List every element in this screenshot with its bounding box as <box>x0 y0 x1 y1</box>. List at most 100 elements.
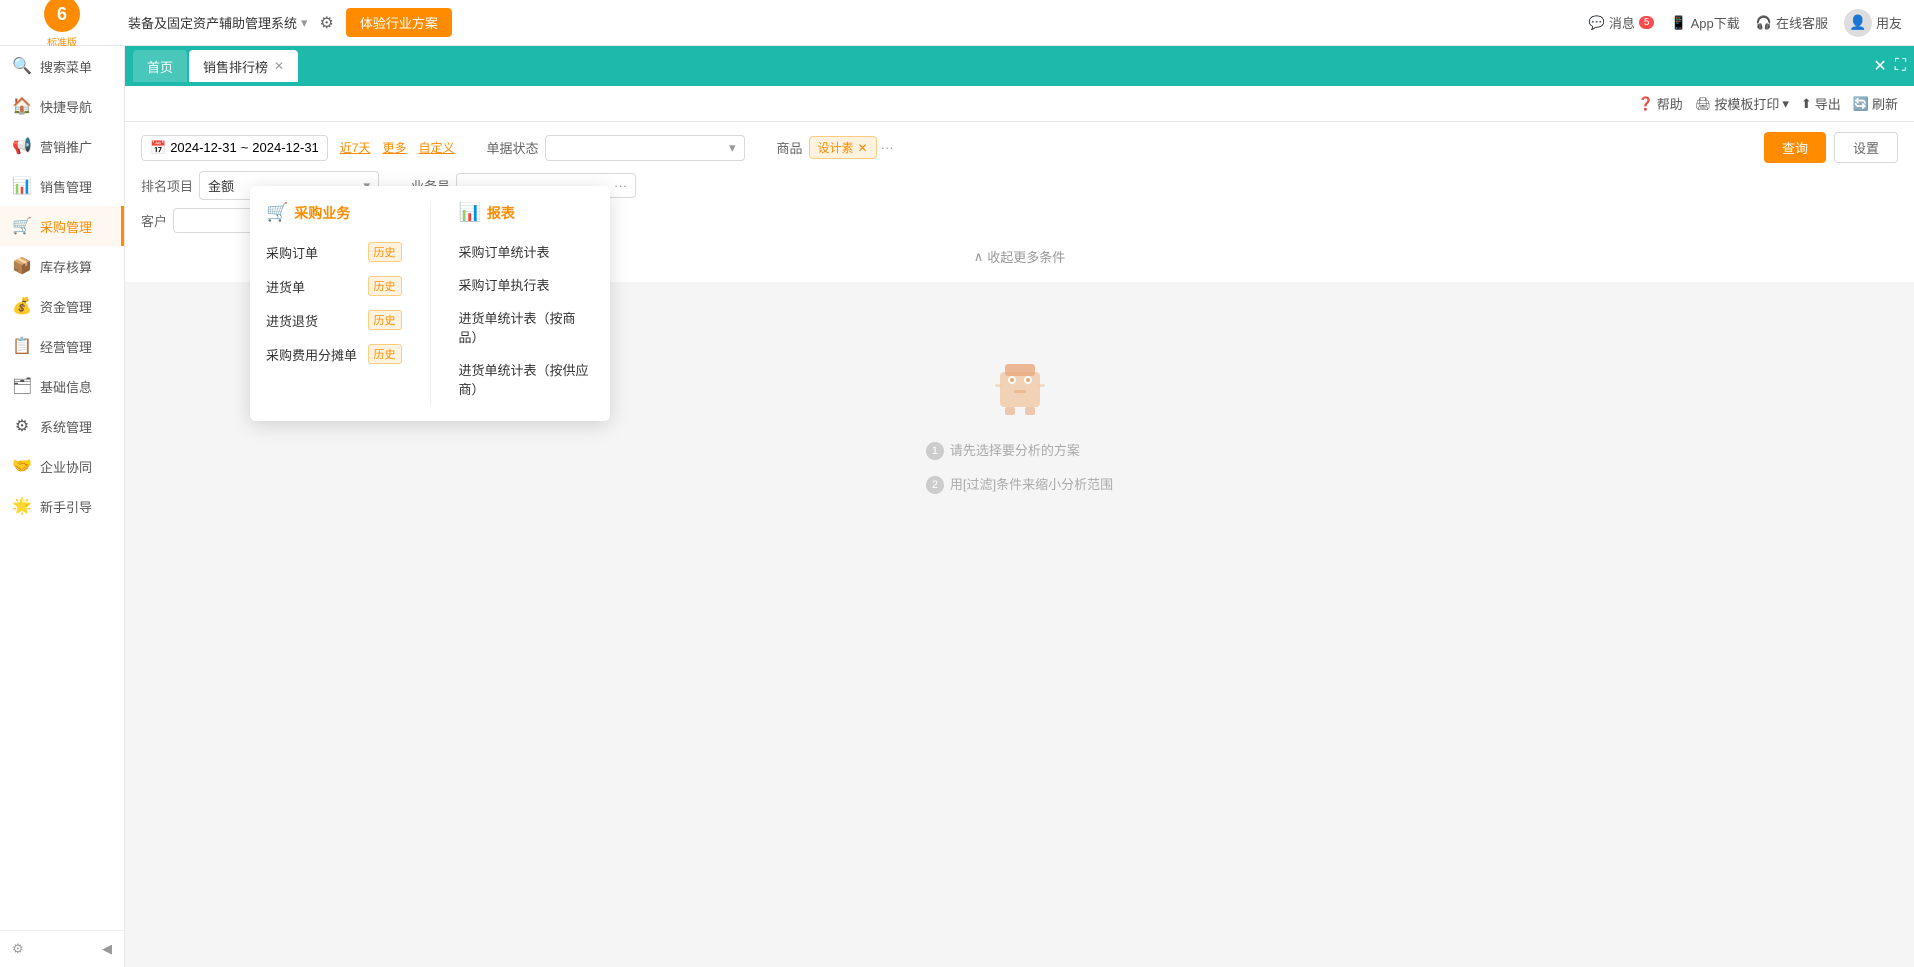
messages-button[interactable]: 💬 消息 5 <box>1589 13 1655 32</box>
search-icon: 🔍 <box>12 56 32 76</box>
refresh-icon: 🔄 <box>1853 96 1869 112</box>
headset-icon: 🎧 <box>1756 15 1772 31</box>
tab-fullscreen-icon[interactable]: ⛶ <box>1895 57 1906 75</box>
tab-expand-area: ✕ ⛶ <box>1873 56 1906 76</box>
main-content: ❓ 帮助 🖨 按模板打印 ▾ ⬆ 导出 🔄 <box>125 86 1914 967</box>
cart-icon: 🛒 <box>12 216 32 236</box>
toolbar-right: ❓ 帮助 🖨 按模板打印 ▾ ⬆ 导出 🔄 <box>1638 94 1898 113</box>
sidebar-item-quick-nav[interactable]: 🏠 快捷导航 <box>0 86 124 126</box>
history-badge-2: 历史 <box>368 310 402 330</box>
goods-tag: 设计素 ✕ <box>809 136 877 159</box>
industry-button[interactable]: 体验行业方案 <box>346 8 452 37</box>
toolbar-row: ❓ 帮助 🖨 按模板打印 ▾ ⬆ 导出 🔄 <box>125 86 1914 122</box>
calendar-icon: 📅 <box>150 140 166 156</box>
date-range-input[interactable]: 📅 2024-12-31 ~ 2024-12-31 <box>141 135 328 161</box>
sidebar-item-sales[interactable]: 📊 销售管理 <box>0 166 124 206</box>
refresh-button[interactable]: 🔄 刷新 <box>1853 94 1898 113</box>
query-button[interactable]: 查询 <box>1764 132 1826 163</box>
online-service-button[interactable]: 🎧 在线客服 <box>1756 13 1828 32</box>
dropdown-item-report-0[interactable]: 采购订单统计表 <box>459 235 595 268</box>
sidebar-item-purchase[interactable]: 🛒 采购管理 <box>0 206 124 246</box>
app-download-button[interactable]: 📱 App下载 <box>1670 13 1739 32</box>
tab-sales-rank[interactable]: 销售排行榜 ✕ <box>189 50 298 82</box>
sidebar-item-search[interactable]: 🔍 搜索菜单 <box>0 46 124 86</box>
sidebar-item-guide[interactable]: 🌟 新手引导 <box>0 486 124 526</box>
system-title: 装备及固定资产辅助管理系统 ▾ <box>128 13 312 32</box>
settings-icon[interactable]: ⚙ <box>320 13 334 33</box>
user-area[interactable]: 👤 用友 <box>1844 9 1902 37</box>
message-icon: 💬 <box>1589 15 1605 31</box>
gear-icon: ⚙ <box>12 416 32 436</box>
dropdown-item-inbound[interactable]: 进货单 历史 <box>266 269 402 303</box>
goods-filter: 设计素 ✕ ··· <box>809 136 894 159</box>
dropdown-item-purchase-order[interactable]: 采购订单 历史 <box>266 235 402 269</box>
sidebar-item-system[interactable]: ⚙ 系统管理 <box>0 406 124 446</box>
help-button[interactable]: ❓ 帮助 <box>1638 94 1683 113</box>
sidebar-bottom: ⚙ ◀ <box>0 930 124 967</box>
dropdown-item-report-1[interactable]: 采购订单执行表 <box>459 268 595 301</box>
date-custom[interactable]: 自定义 <box>418 139 454 156</box>
logo-area[interactable]: 6 标准版 <box>12 0 112 49</box>
top-bar: 6 标准版 装备及固定资产辅助管理系统 ▾ ⚙ 体验行业方案 💬 消息 5 📱 … <box>0 0 1914 46</box>
history-badge-0: 历史 <box>368 242 402 262</box>
sidebar-item-basic-info[interactable]: 🗂 基础信息 <box>0 366 124 406</box>
goods-tag-remove[interactable]: ✕ <box>858 141 868 155</box>
export-button[interactable]: ⬆ 导出 <box>1801 94 1841 113</box>
empty-text: 1 请先选择要分析的方案 2 用[过滤]条件来缩小分析范围 <box>926 438 1113 498</box>
tab-home[interactable]: 首页 <box>133 50 187 82</box>
report-col-icon: 📊 <box>459 202 481 223</box>
dropdown-item-return[interactable]: 进货退货 历史 <box>266 303 402 337</box>
chart-icon: 📊 <box>12 176 32 196</box>
history-badge-1: 历史 <box>368 276 402 296</box>
doc-status-select[interactable]: ▾ <box>545 135 745 161</box>
dropdown-item-expense[interactable]: 采购费用分摊单 历史 <box>266 337 402 371</box>
collapse-button[interactable]: ∧ 收起更多条件 <box>974 247 1066 266</box>
goods-label: 商品 <box>777 138 803 157</box>
sidebar-item-finance[interactable]: 💰 资金管理 <box>0 286 124 326</box>
setting-button[interactable]: 设置 <box>1834 132 1898 163</box>
doc-status-label: 单据状态 <box>487 138 539 157</box>
print-chevron-icon: ▾ <box>1782 96 1789 112</box>
star-icon: 🌟 <box>12 496 32 516</box>
sidebar-settings-icon[interactable]: ⚙ <box>12 941 24 957</box>
folder-icon: 🗂 <box>12 376 32 396</box>
dropdown-item-report-2[interactable]: 进货单统计表（按商品） <box>459 301 595 353</box>
megaphone-icon: 📢 <box>12 136 32 156</box>
message-badge: 5 <box>1639 16 1655 29</box>
date-more[interactable]: 更多 <box>382 139 406 156</box>
filter-action-buttons: 查询 设置 <box>1764 132 1898 163</box>
sidebar-item-marketing[interactable]: 📢 营销推广 <box>0 126 124 166</box>
sidebar-nav: 🔍 搜索菜单 🏠 快捷导航 📢 营销推广 📊 销售管理 🛒 采购管 <box>0 46 124 930</box>
main-area: 🔍 搜索菜单 🏠 快捷导航 📢 营销推广 📊 销售管理 🛒 采购管 <box>0 46 1914 967</box>
print-template-button[interactable]: 🖨 按模板打印 ▾ <box>1695 94 1789 113</box>
help-icon: ❓ <box>1638 96 1654 112</box>
phone-icon: 📱 <box>1670 15 1686 31</box>
report-col: 📊 报表 采购订单统计表 采购订单执行表 进货单统计表（按商品） <box>459 202 595 405</box>
report-col-title: 📊 报表 <box>459 202 595 223</box>
purchase-col: 🛒 采购业务 采购订单 历史 进货单 历史 <box>266 202 402 405</box>
sidebar-item-inventory[interactable]: 📦 库存核算 <box>0 246 124 286</box>
empty-svg <box>970 342 1070 422</box>
date-7days[interactable]: 近7天 <box>340 139 371 156</box>
tab-close-all-icon[interactable]: ✕ <box>1873 56 1886 76</box>
purchase-dropdown-menu: 🛒 采购业务 采购订单 历史 进货单 历史 <box>250 186 610 421</box>
clipboard-icon: 📋 <box>12 336 32 356</box>
purchase-col-icon: 🛒 <box>266 202 288 223</box>
salesman-dots: ··· <box>614 178 627 193</box>
sidebar-collapse-icon[interactable]: ◀ <box>102 941 112 957</box>
customer-label: 客户 <box>141 211 167 230</box>
sidebar-item-operations[interactable]: 📋 经营管理 <box>0 326 124 366</box>
print-icon: 🖨 <box>1695 96 1712 112</box>
empty-illustration <box>970 342 1070 422</box>
dropdown-item-report-3[interactable]: 进货单统计表（按供应商） <box>459 353 595 405</box>
top-bar-right: 💬 消息 5 📱 App下载 🎧 在线客服 👤 用友 <box>1589 9 1902 37</box>
purchase-col-title: 🛒 采购业务 <box>266 202 402 223</box>
money-icon: 💰 <box>12 296 32 316</box>
dropdown-divider <box>430 202 431 405</box>
goods-more-dots[interactable]: ··· <box>881 140 894 155</box>
rank-item-label: 排名项目 <box>141 176 193 195</box>
handshake-icon: 🤝 <box>12 456 32 476</box>
sidebar-item-cooperation[interactable]: 🤝 企业协同 <box>0 446 124 486</box>
title-chevron[interactable]: ▾ <box>301 15 308 31</box>
tab-close-icon[interactable]: ✕ <box>274 59 284 73</box>
